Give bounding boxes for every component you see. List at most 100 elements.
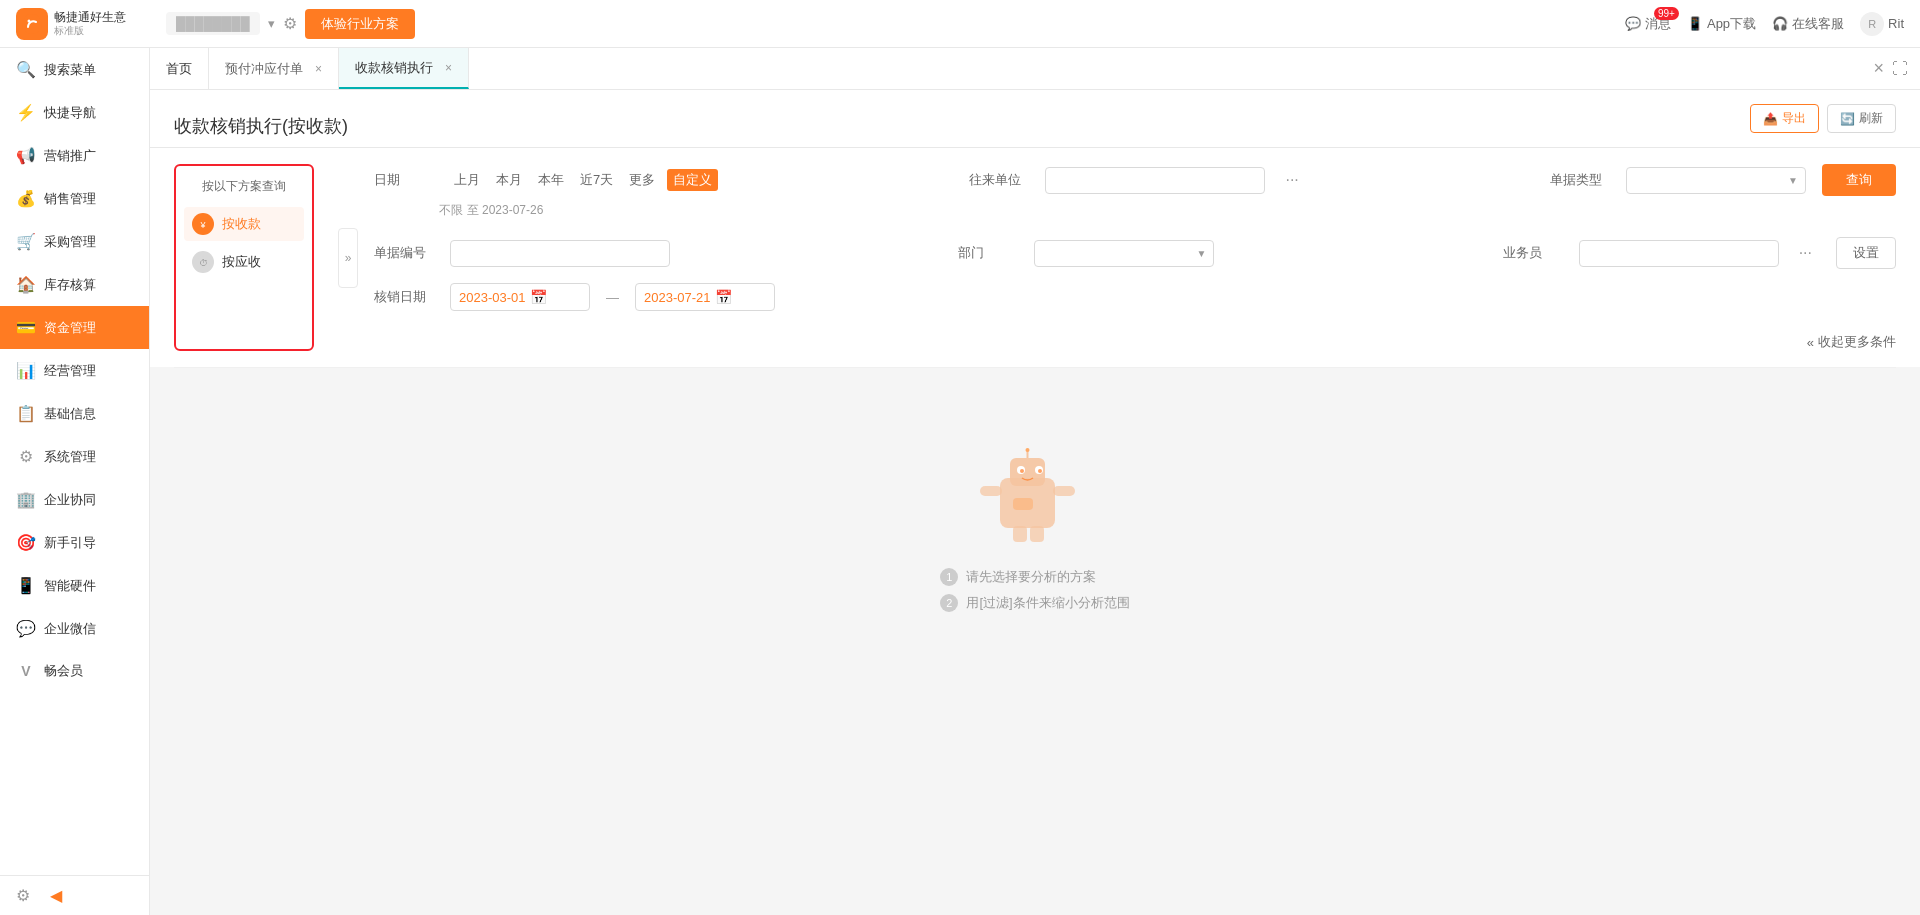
sidebar-label: 系统管理 — [44, 448, 96, 466]
enterprise-icon: 🏢 — [16, 490, 36, 509]
sidebar-item-sales[interactable]: 💰 销售管理 — [0, 177, 149, 220]
logo-icon — [16, 8, 48, 40]
phone-icon: 📱 — [1687, 16, 1703, 31]
message-badge: 99+ — [1654, 7, 1679, 20]
sidebar-item-vip[interactable]: V 畅会员 — [0, 650, 149, 692]
tab-prepay[interactable]: 预付冲应付单 × — [209, 48, 339, 89]
export-btn[interactable]: 📤 导出 — [1750, 104, 1819, 133]
online-service-btn[interactable]: 🎧 在线客服 — [1772, 15, 1844, 33]
tab-receipt-cancel-label: 收款核销执行 — [355, 59, 433, 77]
filter-option-by-receipt[interactable]: ¥ 按收款 — [184, 207, 304, 241]
sidebar: 🔍 搜索菜单 ⚡ 快捷导航 📢 营销推广 💰 销售管理 🛒 采购管理 🏠 库存核… — [0, 48, 150, 915]
sidebar-label: 搜索菜单 — [44, 61, 96, 79]
doc-no-label: 单据编号 — [374, 244, 434, 262]
date-separator: — — [606, 290, 619, 305]
sidebar-label: 经营管理 — [44, 362, 96, 380]
online-service-label: 在线客服 — [1792, 15, 1844, 33]
user-info[interactable]: R Rit — [1860, 12, 1904, 36]
svg-rect-18 — [1013, 498, 1033, 510]
doc-type-select-wrap — [1626, 167, 1806, 194]
doc-type-select[interactable] — [1626, 167, 1806, 194]
date-more[interactable]: 更多 — [625, 169, 659, 191]
receivable-option-icon: ⏱ — [192, 251, 214, 273]
date-custom[interactable]: 自定义 — [667, 169, 718, 191]
dept-select[interactable] — [1034, 240, 1214, 267]
calendar-end-icon: 📅 — [715, 289, 732, 305]
settings-icon[interactable]: ⚙ — [16, 886, 30, 905]
filter-row-1: 日期 上月 本月 本年 近7天 更多 自定义 往来单位 ··· — [374, 164, 1896, 196]
date-last-month[interactable]: 上月 — [450, 169, 484, 191]
tab-receipt-cancel-close[interactable]: × — [445, 61, 452, 75]
filter-sidebar: 按以下方案查询 ¥ 按收款 ⏱ 按应收 — [174, 164, 314, 351]
salesperson-dots-btn[interactable]: ··· — [1799, 244, 1812, 262]
top-bar-right: 💬 消息 99+ 📱 App下载 🎧 在线客服 R Rit — [1625, 12, 1904, 36]
svg-text:⏱: ⏱ — [199, 258, 208, 268]
company-name: ████████ — [166, 12, 260, 35]
wechat-icon: 💬 — [16, 619, 36, 638]
verify-date-label: 核销日期 — [374, 288, 434, 306]
tab-home[interactable]: 首页 — [150, 48, 209, 89]
doc-type-label: 单据类型 — [1550, 171, 1610, 189]
partner-dots-btn[interactable]: ··· — [1285, 171, 1298, 189]
industry-btn[interactable]: 体验行业方案 — [305, 9, 415, 39]
tab-bar-actions: × ⛶ — [1861, 48, 1920, 89]
tab-receipt-cancel[interactable]: 收款核销执行 × — [339, 48, 469, 89]
sidebar-item-marketing[interactable]: 📢 营销推广 — [0, 134, 149, 177]
tab-home-label: 首页 — [166, 60, 192, 78]
sidebar-item-search-menu[interactable]: 🔍 搜索菜单 — [0, 48, 149, 91]
top-bar: 畅捷通好生意 标准版 ████████ ▾ ⚙ 体验行业方案 💬 消息 99+ … — [0, 0, 1920, 48]
operations-icon: 📊 — [16, 361, 36, 380]
sidebar-item-finance[interactable]: 💳 资金管理 — [0, 306, 149, 349]
sidebar-item-system[interactable]: ⚙ 系统管理 — [0, 435, 149, 478]
page-content: 收款核销执行(按收款) 📤 导出 🔄 刷新 按以下方案查询 — [150, 90, 1920, 915]
sidebar-item-wechat[interactable]: 💬 企业微信 — [0, 607, 149, 650]
svg-point-10 — [1020, 469, 1024, 473]
app-download-btn[interactable]: 📱 App下载 — [1687, 15, 1756, 33]
refresh-btn[interactable]: 🔄 刷新 — [1827, 104, 1896, 133]
purchase-icon: 🛒 — [16, 232, 36, 251]
sidebar-item-enterprise[interactable]: 🏢 企业协同 — [0, 478, 149, 521]
date-this-month[interactable]: 本月 — [492, 169, 526, 191]
partner-label: 往来单位 — [969, 171, 1029, 189]
page-header-actions: 📤 导出 🔄 刷新 — [1750, 104, 1896, 147]
sidebar-item-operations[interactable]: 📊 经营管理 — [0, 349, 149, 392]
sidebar-label: 畅会员 — [44, 662, 83, 680]
filter-option-by-receivable[interactable]: ⏱ 按应收 — [184, 245, 304, 279]
sidebar-bottom: ⚙ ◀ — [0, 875, 149, 915]
collapse-more-btn[interactable]: « 收起更多条件 — [1807, 333, 1896, 351]
verify-date-start[interactable]: 2023-03-01 📅 — [450, 283, 590, 311]
salesperson-label: 业务员 — [1503, 244, 1563, 262]
date-7days[interactable]: 近7天 — [576, 169, 617, 191]
filter-sidebar-collapse-btn[interactable]: » — [338, 228, 358, 288]
sidebar-item-guide[interactable]: 🎯 新手引导 — [0, 521, 149, 564]
partner-input[interactable] — [1045, 167, 1265, 194]
sidebar-item-hardware[interactable]: 📱 智能硬件 — [0, 564, 149, 607]
dropdown-icon[interactable]: ▾ — [268, 16, 275, 31]
tab-prepay-close[interactable]: × — [315, 62, 322, 76]
sidebar-item-basic-info[interactable]: 📋 基础信息 — [0, 392, 149, 435]
sidebar-item-quick-nav[interactable]: ⚡ 快捷导航 — [0, 91, 149, 134]
export-icon: 📤 — [1763, 112, 1778, 126]
tip-num-1: 1 — [940, 568, 958, 586]
verify-date-end[interactable]: 2023-07-21 📅 — [635, 283, 775, 311]
query-btn[interactable]: 查询 — [1822, 164, 1896, 196]
sidebar-collapse-icon[interactable]: ◀ — [50, 886, 62, 905]
tab-close-all-icon[interactable]: × — [1873, 58, 1884, 79]
hardware-icon: 📱 — [16, 576, 36, 595]
sidebar-item-inventory[interactable]: 🏠 库存核算 — [0, 263, 149, 306]
filter-sidebar-title: 按以下方案查询 — [184, 178, 304, 195]
date-this-year[interactable]: 本年 — [534, 169, 568, 191]
page-header: 收款核销执行(按收款) 📤 导出 🔄 刷新 — [150, 90, 1920, 148]
finance-icon: 💳 — [16, 318, 36, 337]
doc-no-input[interactable] — [450, 240, 670, 267]
guide-icon: 🎯 — [16, 533, 36, 552]
tab-expand-icon[interactable]: ⛶ — [1892, 60, 1908, 78]
app-logo: 畅捷通好生意 标准版 — [16, 8, 156, 40]
message-btn[interactable]: 💬 消息 99+ — [1625, 15, 1671, 33]
app-name: 畅捷通好生意 — [54, 10, 126, 24]
sidebar-item-purchase[interactable]: 🛒 采购管理 — [0, 220, 149, 263]
setting-btn[interactable]: 设置 — [1836, 237, 1896, 269]
user-avatar: R — [1860, 12, 1884, 36]
gear-icon[interactable]: ⚙ — [283, 14, 297, 33]
salesperson-input[interactable] — [1579, 240, 1779, 267]
